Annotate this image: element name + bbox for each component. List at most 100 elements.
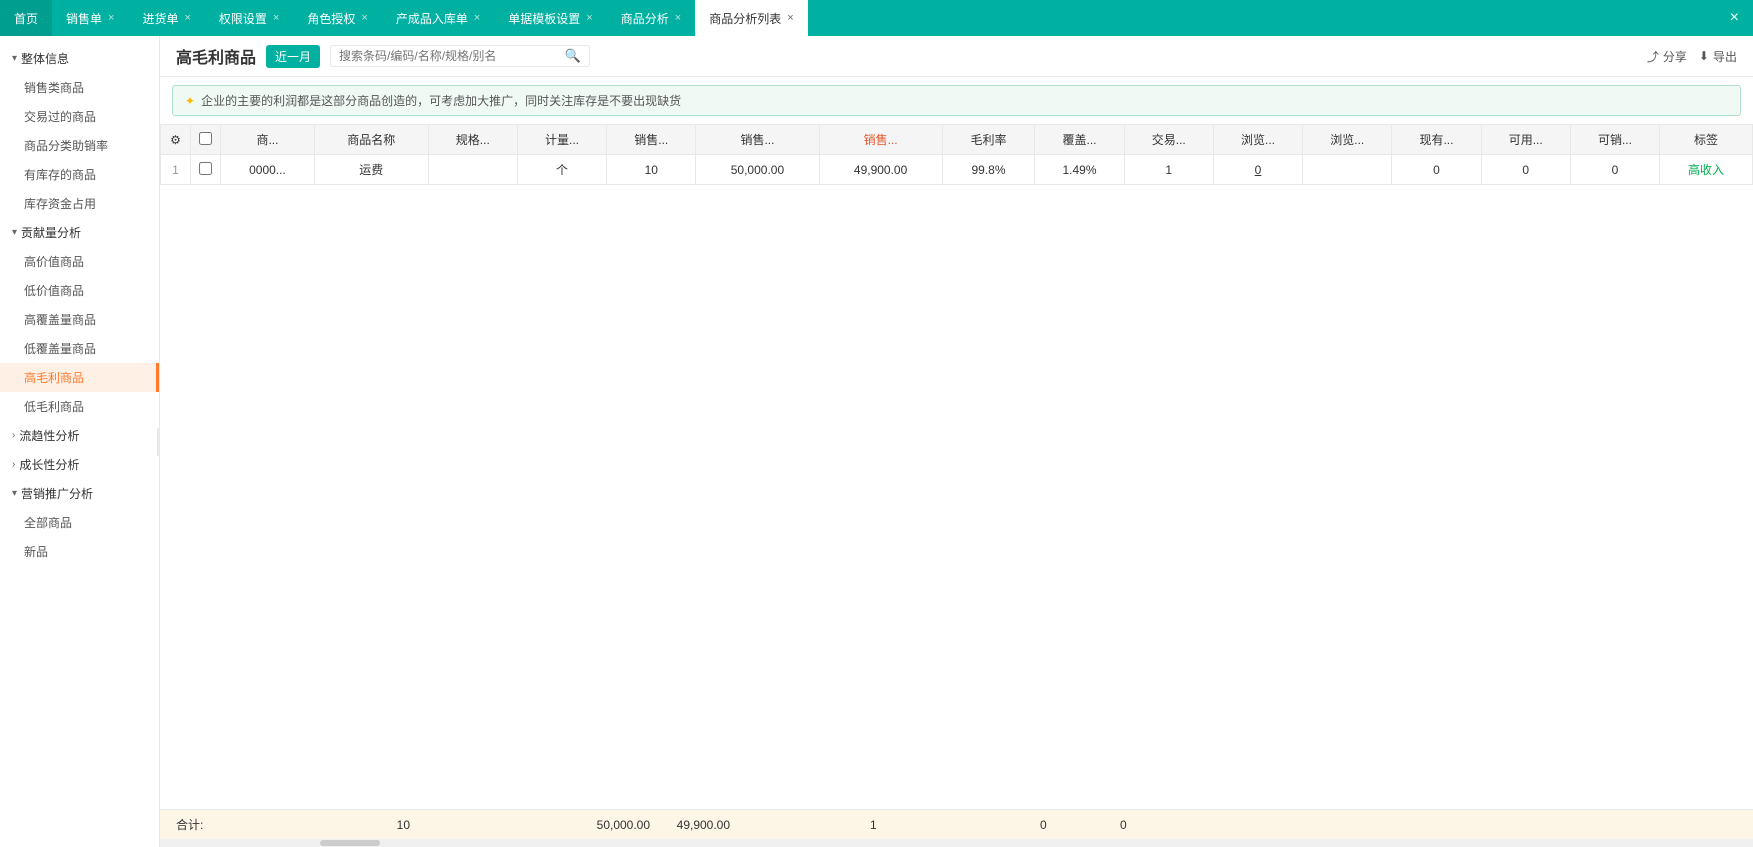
nav-purchase-order[interactable]: 进货单 × xyxy=(128,0,204,36)
footer-trade: 1 xyxy=(743,818,1003,832)
arrow-icon: ▾ xyxy=(12,53,17,64)
col-trade-header[interactable]: 交易... xyxy=(1124,125,1213,155)
info-bar: ✦ 企业的主要的利润都是这部分商品创造的，可考虑加大推广，同时关注库存是不要出现… xyxy=(172,85,1741,116)
row-current-stock: 0 xyxy=(1392,155,1481,185)
sidebar-item-category-rate[interactable]: 商品分类助销率 xyxy=(0,131,159,160)
sidebar-group-growth[interactable]: › 成长性分析 xyxy=(0,450,159,479)
row-gross-margin: 99.8% xyxy=(942,155,1035,185)
info-icon: ✦ xyxy=(185,94,195,108)
nav-permission-settings[interactable]: 权限设置 × xyxy=(205,0,293,36)
arrow-icon-5: ▾ xyxy=(12,488,17,499)
row-select-checkbox[interactable] xyxy=(199,162,212,175)
table-container: ⚙ 商... 商品名称 规格... 计量... xyxy=(160,124,1753,809)
period-button[interactable]: 近一月 xyxy=(266,45,320,68)
row-available-stock: 0 xyxy=(1481,155,1570,185)
col-sales-qty-header[interactable]: 销售... xyxy=(607,125,696,155)
col-available-stock-header[interactable]: 可用... xyxy=(1481,125,1570,155)
search-input[interactable] xyxy=(339,49,565,63)
sidebar-group-overall[interactable]: ▾ 整体信息 xyxy=(0,44,159,73)
product-table: ⚙ 商... 商品名称 规格... 计量... xyxy=(160,124,1753,185)
footer-available-stock: 0 xyxy=(1083,818,1163,832)
nav-home[interactable]: 首页 xyxy=(0,0,52,36)
close-permission-settings[interactable]: × xyxy=(273,12,279,24)
nav-role-auth[interactable]: 角色授权 × xyxy=(293,0,381,36)
footer-values: 10 50,000.00 49,900.00 1 0 0 xyxy=(223,818,1737,832)
sidebar-item-new-products[interactable]: 新品 xyxy=(0,537,159,566)
col-view1-header[interactable]: 浏览... xyxy=(1213,125,1302,155)
close-product-analysis[interactable]: × xyxy=(675,12,681,24)
col-checkbox[interactable] xyxy=(191,125,221,155)
row-unit: 个 xyxy=(517,155,606,185)
sidebar-group-trend[interactable]: › 流趋性分析 xyxy=(0,421,159,450)
horizontal-scrollbar[interactable] xyxy=(160,839,1753,847)
sidebar-item-all-products[interactable]: 全部商品 xyxy=(0,508,159,537)
nav-product-analysis-list[interactable]: 商品分析列表 × xyxy=(695,0,807,36)
close-product-inbound[interactable]: × xyxy=(474,12,480,24)
col-tag-header[interactable]: 标签 xyxy=(1660,125,1753,155)
close-sales-order[interactable]: × xyxy=(108,12,114,24)
col-unit-header[interactable]: 计量... xyxy=(517,125,606,155)
arrow-icon-3: › xyxy=(12,430,15,441)
col-coverage-header[interactable]: 覆盖... xyxy=(1035,125,1124,155)
sidebar-item-low-margin[interactable]: 低毛利商品 xyxy=(0,392,159,421)
close-product-analysis-list[interactable]: × xyxy=(787,12,793,24)
nav-product-analysis[interactable]: 商品分析 × xyxy=(607,0,695,36)
share-button[interactable]: ⤴ 分享 xyxy=(1647,48,1687,65)
sidebar-item-inventory-capital[interactable]: 库存资金占用 xyxy=(0,189,159,218)
scrollbar-thumb[interactable] xyxy=(320,840,380,846)
row-checkbox[interactable] xyxy=(191,155,221,185)
export-icon: ⬇ xyxy=(1699,49,1709,63)
table-row: 1 0000... 运费 xyxy=(161,155,1753,185)
row-tag: 高收入 xyxy=(1660,155,1753,185)
nav-sales-order[interactable]: 销售单 × xyxy=(52,0,128,36)
footer-sales-cost: 49,900.00 xyxy=(663,818,743,832)
row-saleable-stock: 0 xyxy=(1570,155,1659,185)
sidebar-item-low-coverage[interactable]: 低覆盖量商品 xyxy=(0,334,159,363)
select-all-checkbox[interactable] xyxy=(199,132,212,145)
col-gross-margin-header[interactable]: 毛利率 xyxy=(942,125,1035,155)
close-purchase-order[interactable]: × xyxy=(184,12,190,24)
window-close-button[interactable]: × xyxy=(1716,9,1753,27)
col-current-stock-header[interactable]: 现有... xyxy=(1392,125,1481,155)
sidebar-item-sales-products[interactable]: 销售类商品 xyxy=(0,73,159,102)
arrow-icon-2: ▾ xyxy=(12,227,17,238)
content-area: 高毛利商品 近一月 🔍 ⤴ 分享 ⬇ 导出 ✦ 企业的主要的利润都是这部分商品创… xyxy=(160,36,1753,847)
sidebar: « ▾ 整体信息 销售类商品 交易过的商品 商品分类助销率 有库存的商品 库存资… xyxy=(0,36,160,847)
sidebar-item-high-coverage[interactable]: 高覆盖量商品 xyxy=(0,305,159,334)
export-button[interactable]: ⬇ 导出 xyxy=(1699,48,1737,65)
row-spec xyxy=(428,155,517,185)
row-num: 1 xyxy=(161,155,191,185)
search-icon[interactable]: 🔍 xyxy=(565,48,581,64)
row-view1[interactable]: 0 xyxy=(1213,155,1302,185)
share-icon: ⤴ xyxy=(1647,48,1659,65)
col-spec-header[interactable]: 规格... xyxy=(428,125,517,155)
top-navigation: 首页 销售单 × 进货单 × 权限设置 × 角色授权 × 产成品入库单 × 单据… xyxy=(0,0,1753,36)
col-settings[interactable]: ⚙ xyxy=(161,125,191,155)
footer-current-stock: 0 xyxy=(1003,818,1083,832)
content-header: 高毛利商品 近一月 🔍 ⤴ 分享 ⬇ 导出 xyxy=(160,36,1753,77)
nav-product-inbound[interactable]: 产成品入库单 × xyxy=(382,0,494,36)
row-view2 xyxy=(1303,155,1392,185)
sidebar-item-low-value[interactable]: 低价值商品 xyxy=(0,276,159,305)
col-saleable-stock-header[interactable]: 可销... xyxy=(1570,125,1659,155)
sidebar-item-in-stock-products[interactable]: 有库存的商品 xyxy=(0,160,159,189)
col-code-header[interactable]: 商... xyxy=(221,125,315,155)
col-sales-amount-header[interactable]: 销售... xyxy=(696,125,819,155)
row-trade: 1 xyxy=(1124,155,1213,185)
close-role-auth[interactable]: × xyxy=(361,12,367,24)
col-view2-header[interactable]: 浏览... xyxy=(1303,125,1392,155)
sidebar-item-high-margin[interactable]: 高毛利商品 xyxy=(0,363,159,392)
row-code: 0000... xyxy=(221,155,315,185)
table-header-row: ⚙ 商... 商品名称 规格... 计量... xyxy=(161,125,1753,155)
sidebar-item-traded-products[interactable]: 交易过的商品 xyxy=(0,102,159,131)
col-sales-cost-header[interactable]: 销售... xyxy=(819,125,942,155)
close-template-settings[interactable]: × xyxy=(586,12,592,24)
search-box: 🔍 xyxy=(330,45,590,67)
sidebar-group-marketing[interactable]: ▾ 营销推广分析 xyxy=(0,479,159,508)
sidebar-item-high-value[interactable]: 高价值商品 xyxy=(0,247,159,276)
page-title: 高毛利商品 xyxy=(176,44,256,68)
col-name-header[interactable]: 商品名称 xyxy=(314,125,428,155)
nav-template-settings[interactable]: 单据模板设置 × xyxy=(494,0,606,36)
row-sales-amount: 50,000.00 xyxy=(696,155,819,185)
sidebar-group-contribution[interactable]: ▾ 贡献量分析 xyxy=(0,218,159,247)
